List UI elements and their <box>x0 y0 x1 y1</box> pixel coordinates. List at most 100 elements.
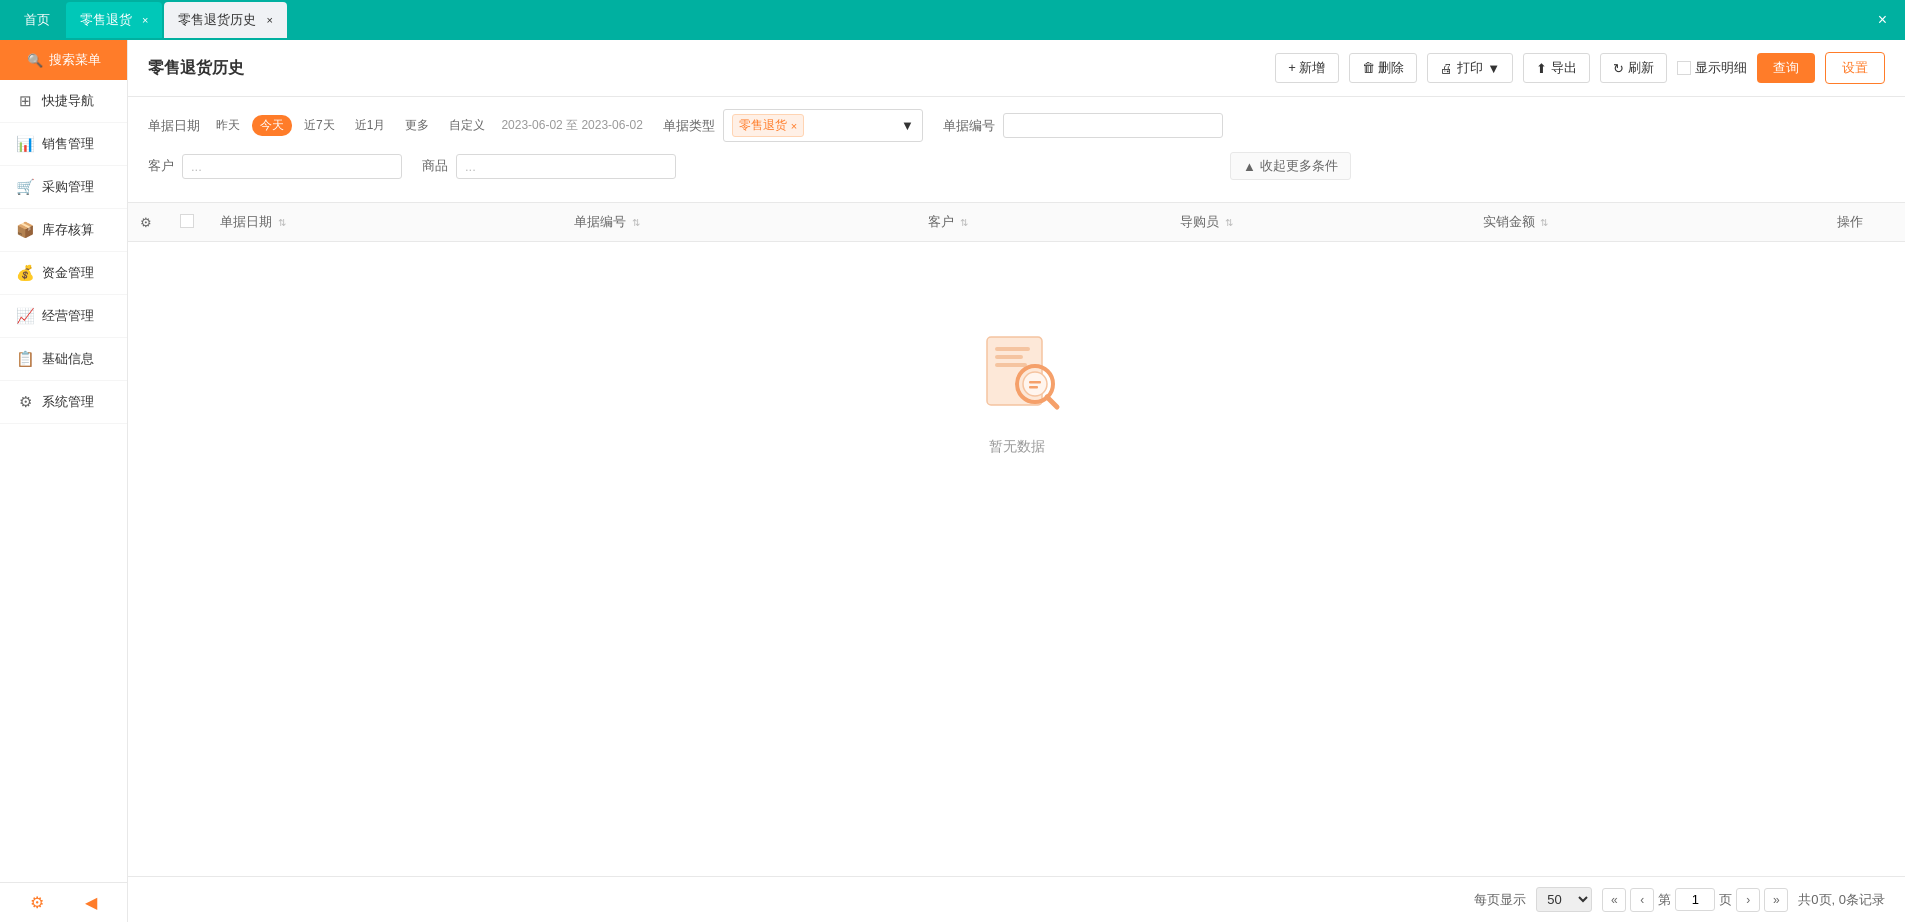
operations-icon: 📈 <box>16 307 34 325</box>
print-btn[interactable]: 🖨 打印 ▼ <box>1427 53 1513 83</box>
tab-retail-return-history[interactable]: 零售退货历史 × <box>164 2 286 38</box>
col-no[interactable]: 单据编号 ⇅ <box>562 203 916 242</box>
col-customer[interactable]: 客户 ⇅ <box>916 203 1167 242</box>
top-bar: 首页 零售退货 × 零售退货历史 × × <box>0 0 1905 40</box>
svg-rect-8 <box>1029 386 1038 389</box>
date-btn-today[interactable]: 今天 <box>252 115 292 136</box>
setting-btn[interactable]: 设置 <box>1825 52 1885 84</box>
window-close-btn[interactable]: × <box>1870 11 1895 29</box>
col-action-label: 操作 <box>1837 214 1863 229</box>
col-date-label: 单据日期 <box>220 214 272 229</box>
select-all-checkbox[interactable] <box>180 214 194 228</box>
table-body: 暂无数据 <box>128 242 1905 537</box>
export-btn[interactable]: ⬆ 导出 <box>1523 53 1590 83</box>
sidebar: 🔍 搜索菜单 ⊞ 快捷导航 📊 销售管理 🛒 采购管理 📦 库存核算 💰 <box>0 40 128 922</box>
export-label: 导出 <box>1551 59 1577 77</box>
col-no-label: 单据编号 <box>574 214 626 229</box>
first-page-btn[interactable]: « <box>1602 888 1626 912</box>
collapse-icon: ▲ <box>1243 159 1256 174</box>
type-tag-close[interactable]: × <box>791 120 797 132</box>
col-check[interactable] <box>168 203 208 242</box>
collapse-label: 收起更多条件 <box>1260 157 1338 175</box>
home-icon: ⊞ <box>16 92 34 110</box>
goods-label: 商品 <box>422 157 448 175</box>
next-page-btn[interactable]: › <box>1736 888 1760 912</box>
type-filter-label: 单据类型 <box>663 117 715 135</box>
tab-retail-return-close[interactable]: × <box>142 14 148 26</box>
customer-select[interactable]: ... <box>182 154 402 179</box>
page-input-suffix: 页 <box>1719 891 1732 909</box>
page-nav: « ‹ 第 页 › » <box>1602 888 1788 912</box>
col-amount-sort: ⇅ <box>1540 217 1548 228</box>
refresh-btn[interactable]: ↻ 刷新 <box>1600 53 1667 83</box>
sidebar-item-operations[interactable]: 📈 经营管理 <box>0 295 127 338</box>
col-no-sort: ⇅ <box>632 217 640 228</box>
col-date[interactable]: 单据日期 ⇅ <box>208 203 562 242</box>
content-area: 零售退货历史 + 新增 🗑 删除 🖨 打印 ▼ ⬆ 导出 ↻ 刷新 <box>128 40 1905 922</box>
sidebar-item-basic-info[interactable]: 📋 基础信息 <box>0 338 127 381</box>
svg-rect-1 <box>995 347 1030 351</box>
sidebar-item-system[interactable]: ⚙ 系统管理 <box>0 381 127 424</box>
sidebar-item-quick-nav[interactable]: ⊞ 快捷导航 <box>0 80 127 123</box>
page-size-label: 每页显示 <box>1474 891 1526 909</box>
sidebar-item-purchase[interactable]: 🛒 采购管理 <box>0 166 127 209</box>
date-btn-1month[interactable]: 近1月 <box>347 115 394 136</box>
delete-btn[interactable]: 🗑 删除 <box>1349 53 1418 83</box>
filter-row-1: 单据日期 昨天 今天 近7天 近1月 更多 自定义 2023-06-02 至 2… <box>148 109 1885 142</box>
date-btn-custom[interactable]: 自定义 <box>441 115 493 136</box>
page-title: 零售退货历史 <box>148 58 244 91</box>
inventory-icon: 📦 <box>16 221 34 239</box>
date-filter-label: 单据日期 <box>148 117 200 135</box>
sidebar-search-label: 搜索菜单 <box>49 51 101 69</box>
tab-home[interactable]: 首页 <box>10 2 64 38</box>
query-btn[interactable]: 查询 <box>1757 53 1815 83</box>
customer-label: 客户 <box>148 157 174 175</box>
voucher-no-input[interactable] <box>1003 113 1223 138</box>
sidebar-item-inventory[interactable]: 📦 库存核算 <box>0 209 127 252</box>
purchase-icon: 🛒 <box>16 178 34 196</box>
type-select[interactable]: 零售退货 × ▼ <box>723 109 923 142</box>
refresh-label: 刷新 <box>1628 59 1654 77</box>
export-icon: ⬆ <box>1536 61 1547 76</box>
tab-retail-return-history-close[interactable]: × <box>266 14 272 26</box>
settings-icon: ⚙ <box>140 215 152 230</box>
data-table: ⚙ 单据日期 ⇅ 单据编号 ⇅ <box>128 203 1905 536</box>
collapse-conditions-btn[interactable]: ▲ 收起更多条件 <box>1230 152 1351 180</box>
date-btn-more[interactable]: 更多 <box>397 115 437 136</box>
sidebar-search[interactable]: 🔍 搜索菜单 <box>0 40 127 80</box>
finance-icon: 💰 <box>16 264 34 282</box>
prev-page-btn[interactable]: ‹ <box>1630 888 1654 912</box>
goods-select[interactable]: ... <box>456 154 676 179</box>
basic-info-icon: 📋 <box>16 350 34 368</box>
filter-area: 单据日期 昨天 今天 近7天 近1月 更多 自定义 2023-06-02 至 2… <box>128 97 1905 203</box>
sidebar-menu: ⊞ 快捷导航 📊 销售管理 🛒 采购管理 📦 库存核算 💰 资金管理 📈 <box>0 80 127 882</box>
sidebar-collapse-btn[interactable]: ◀ <box>85 893 97 912</box>
date-btn-7days[interactable]: 近7天 <box>296 115 343 136</box>
main-layout: 🔍 搜索菜单 ⊞ 快捷导航 📊 销售管理 🛒 采购管理 📦 库存核算 💰 <box>0 40 1905 922</box>
table-area: ⚙ 单据日期 ⇅ 单据编号 ⇅ <box>128 203 1905 876</box>
show-detail-toggle[interactable]: 显示明细 <box>1677 59 1747 77</box>
col-guide[interactable]: 导购员 ⇅ <box>1168 203 1471 242</box>
sidebar-settings-btn[interactable]: ⚙ <box>30 893 44 912</box>
sales-icon: 📊 <box>16 135 34 153</box>
search-icon: 🔍 <box>27 53 43 68</box>
type-tag: 零售退货 × <box>732 114 804 137</box>
col-setting[interactable]: ⚙ <box>128 203 168 242</box>
empty-state: 暂无数据 <box>128 242 1905 536</box>
col-amount[interactable]: 实销金额 ⇅ <box>1471 203 1825 242</box>
sidebar-item-finance[interactable]: 💰 资金管理 <box>0 252 127 295</box>
last-page-btn[interactable]: » <box>1764 888 1788 912</box>
show-detail-checkbox[interactable] <box>1677 61 1691 75</box>
page-info: 第 页 <box>1658 888 1732 911</box>
date-range-display: 2023-06-02 至 2023-06-02 <box>501 117 642 134</box>
tab-retail-return[interactable]: 零售退货 × <box>66 2 162 38</box>
customer-placeholder: ... <box>191 159 202 174</box>
page-size-select[interactable]: 20 50 100 <box>1536 887 1592 912</box>
date-btn-yesterday[interactable]: 昨天 <box>208 115 248 136</box>
total-info: 共0页, 0条记录 <box>1798 891 1885 909</box>
sidebar-item-purchase-label: 采购管理 <box>42 178 94 196</box>
page-number-input[interactable] <box>1675 888 1715 911</box>
voucher-no-label: 单据编号 <box>943 117 995 135</box>
sidebar-item-sales[interactable]: 📊 销售管理 <box>0 123 127 166</box>
new-btn[interactable]: + 新增 <box>1275 53 1338 83</box>
